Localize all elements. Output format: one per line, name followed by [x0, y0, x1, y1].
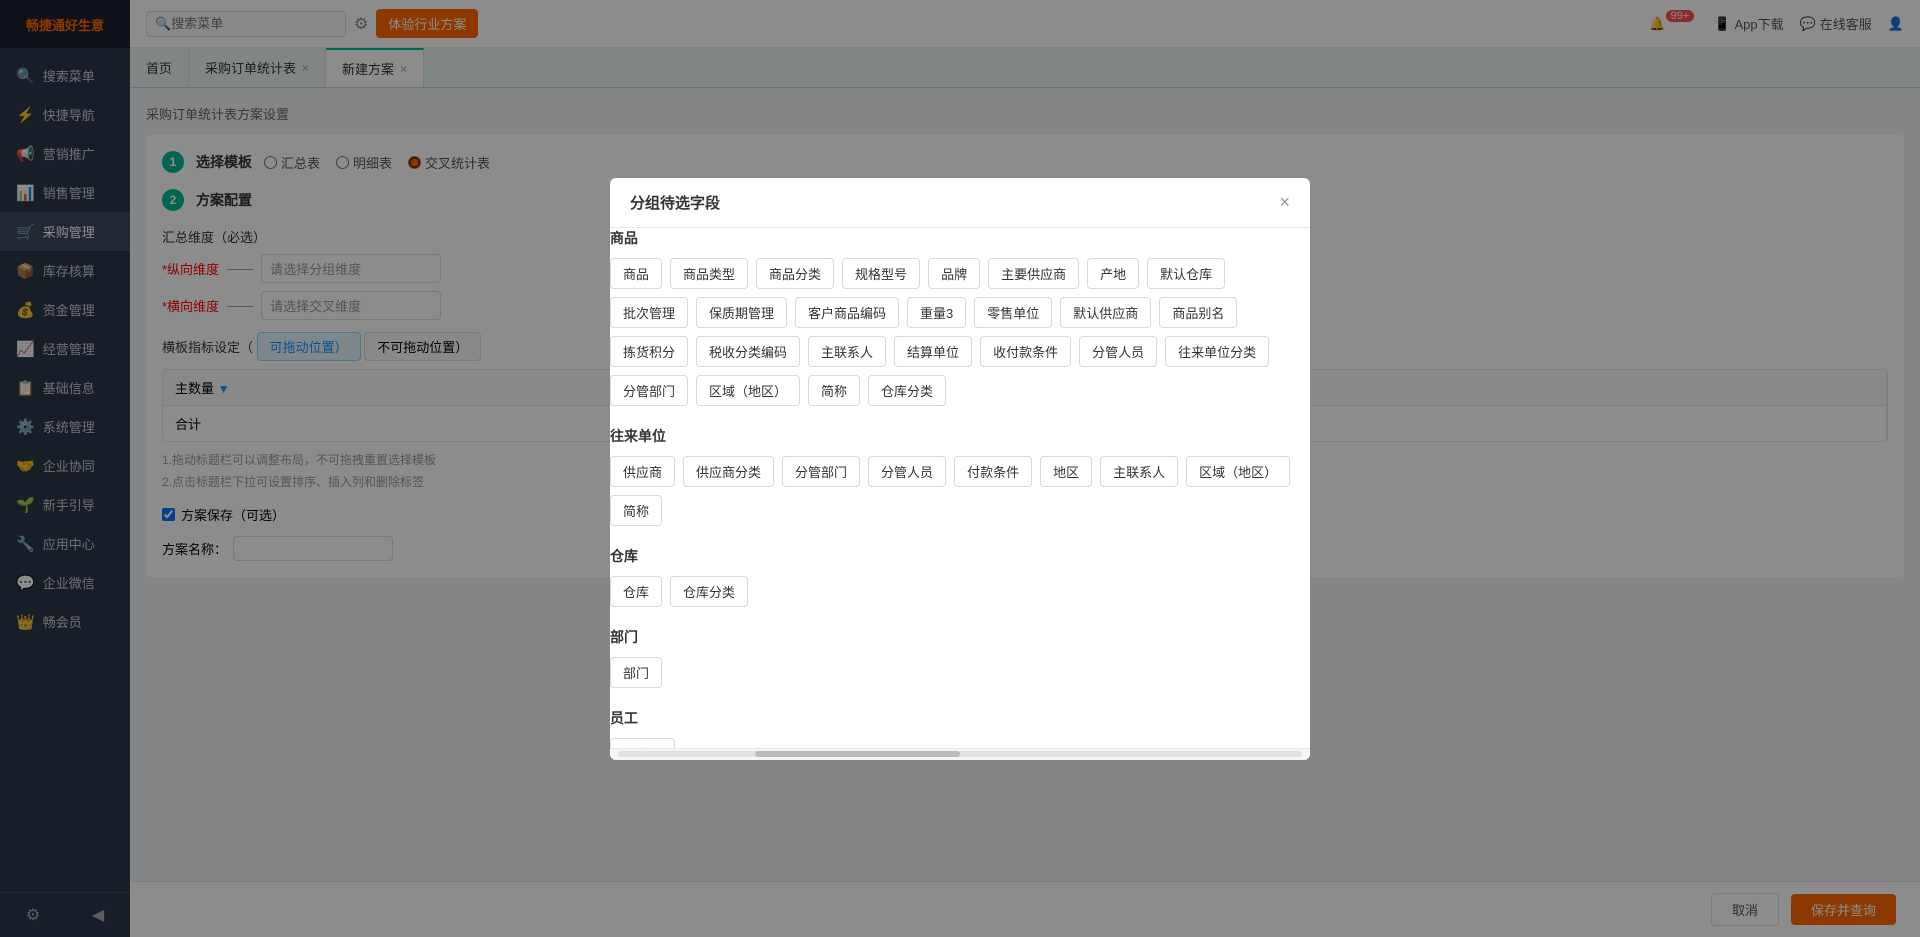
field-tag[interactable]: 分管人员 — [1079, 336, 1157, 367]
field-tag[interactable]: 零售单位 — [974, 297, 1052, 328]
field-tags-warehouse: 仓库仓库分类 — [610, 576, 1310, 607]
field-tag[interactable]: 区域（地区） — [696, 375, 800, 406]
field-tag[interactable]: 地区 — [1040, 456, 1092, 487]
field-tag[interactable]: 分管部门 — [610, 375, 688, 406]
field-tag[interactable]: 拣货积分 — [610, 336, 688, 367]
section-title-goods: 商品 — [610, 228, 1310, 248]
field-tag[interactable]: 商品类型 — [670, 258, 748, 289]
modal-close-btn[interactable]: × — [1279, 193, 1290, 211]
field-tag[interactable]: 往来单位分类 — [1165, 336, 1269, 367]
field-tag[interactable]: 分管人员 — [868, 456, 946, 487]
field-tag[interactable]: 主联系人 — [1100, 456, 1178, 487]
modal-title: 分组待选字段 — [630, 192, 720, 213]
field-tag[interactable]: 商品 — [610, 258, 662, 289]
field-tags-department: 部门 — [610, 657, 1310, 688]
field-section-employee: 员工业务员 — [610, 708, 1310, 748]
field-tag[interactable]: 商品别名 — [1159, 297, 1237, 328]
modal-dialog: 分组待选字段 × 商品商品商品类型商品分类规格型号品牌主要供应商产地默认仓库批次… — [610, 178, 1310, 760]
field-tag[interactable]: 供应商 — [610, 456, 675, 487]
field-tag[interactable]: 默认仓库 — [1147, 258, 1225, 289]
field-tag[interactable]: 规格型号 — [842, 258, 920, 289]
section-title-department: 部门 — [610, 627, 1310, 647]
field-tag[interactable]: 部门 — [610, 657, 662, 688]
field-tag[interactable]: 主联系人 — [808, 336, 886, 367]
field-tag[interactable]: 仓库分类 — [670, 576, 748, 607]
field-tag[interactable]: 简称 — [808, 375, 860, 406]
section-title-partner: 往来单位 — [610, 426, 1310, 446]
field-tag[interactable]: 仓库分类 — [868, 375, 946, 406]
modal-scrollbar[interactable] — [610, 748, 1310, 760]
field-tag[interactable]: 重量3 — [907, 297, 966, 328]
field-tags-goods: 商品商品类型商品分类规格型号品牌主要供应商产地默认仓库批次管理保质期管理客户商品… — [610, 258, 1310, 406]
modal-header: 分组待选字段 × — [610, 178, 1310, 228]
field-section-department: 部门部门 — [610, 627, 1310, 688]
field-tag[interactable]: 结算单位 — [894, 336, 972, 367]
field-tag[interactable]: 商品分类 — [756, 258, 834, 289]
modal-body: 商品商品商品类型商品分类规格型号品牌主要供应商产地默认仓库批次管理保质期管理客户… — [610, 228, 1310, 748]
field-tag[interactable]: 税收分类编码 — [696, 336, 800, 367]
field-tag[interactable]: 产地 — [1087, 258, 1139, 289]
field-tag[interactable]: 业务员 — [610, 738, 675, 748]
section-title-employee: 员工 — [610, 708, 1310, 728]
field-tag[interactable]: 默认供应商 — [1060, 297, 1151, 328]
field-tag[interactable]: 批次管理 — [610, 297, 688, 328]
field-tag[interactable]: 仓库 — [610, 576, 662, 607]
field-tag[interactable]: 主要供应商 — [988, 258, 1079, 289]
field-section-goods: 商品商品商品类型商品分类规格型号品牌主要供应商产地默认仓库批次管理保质期管理客户… — [610, 228, 1310, 406]
section-title-warehouse: 仓库 — [610, 546, 1310, 566]
field-tag[interactable]: 区域（地区） — [1186, 456, 1290, 487]
field-tag[interactable]: 付款条件 — [954, 456, 1032, 487]
field-tag[interactable]: 品牌 — [928, 258, 980, 289]
field-section-partner: 往来单位供应商供应商分类分管部门分管人员付款条件地区主联系人区域（地区） 简称 — [610, 426, 1310, 526]
field-tags-employee: 业务员 — [610, 738, 1310, 748]
field-section-warehouse: 仓库仓库仓库分类 — [610, 546, 1310, 607]
field-tags-partner: 供应商供应商分类分管部门分管人员付款条件地区主联系人区域（地区） 简称 — [610, 456, 1310, 526]
field-tag[interactable]: 分管部门 — [782, 456, 860, 487]
field-tag[interactable]: 保质期管理 — [696, 297, 787, 328]
field-tag[interactable]: 供应商分类 — [683, 456, 774, 487]
modal-overlay[interactable]: 分组待选字段 × 商品商品商品类型商品分类规格型号品牌主要供应商产地默认仓库批次… — [0, 0, 1920, 937]
field-tag[interactable]: 收付款条件 — [980, 336, 1071, 367]
field-tag[interactable]: 简称 — [610, 495, 662, 526]
field-tag[interactable]: 客户商品编码 — [795, 297, 899, 328]
